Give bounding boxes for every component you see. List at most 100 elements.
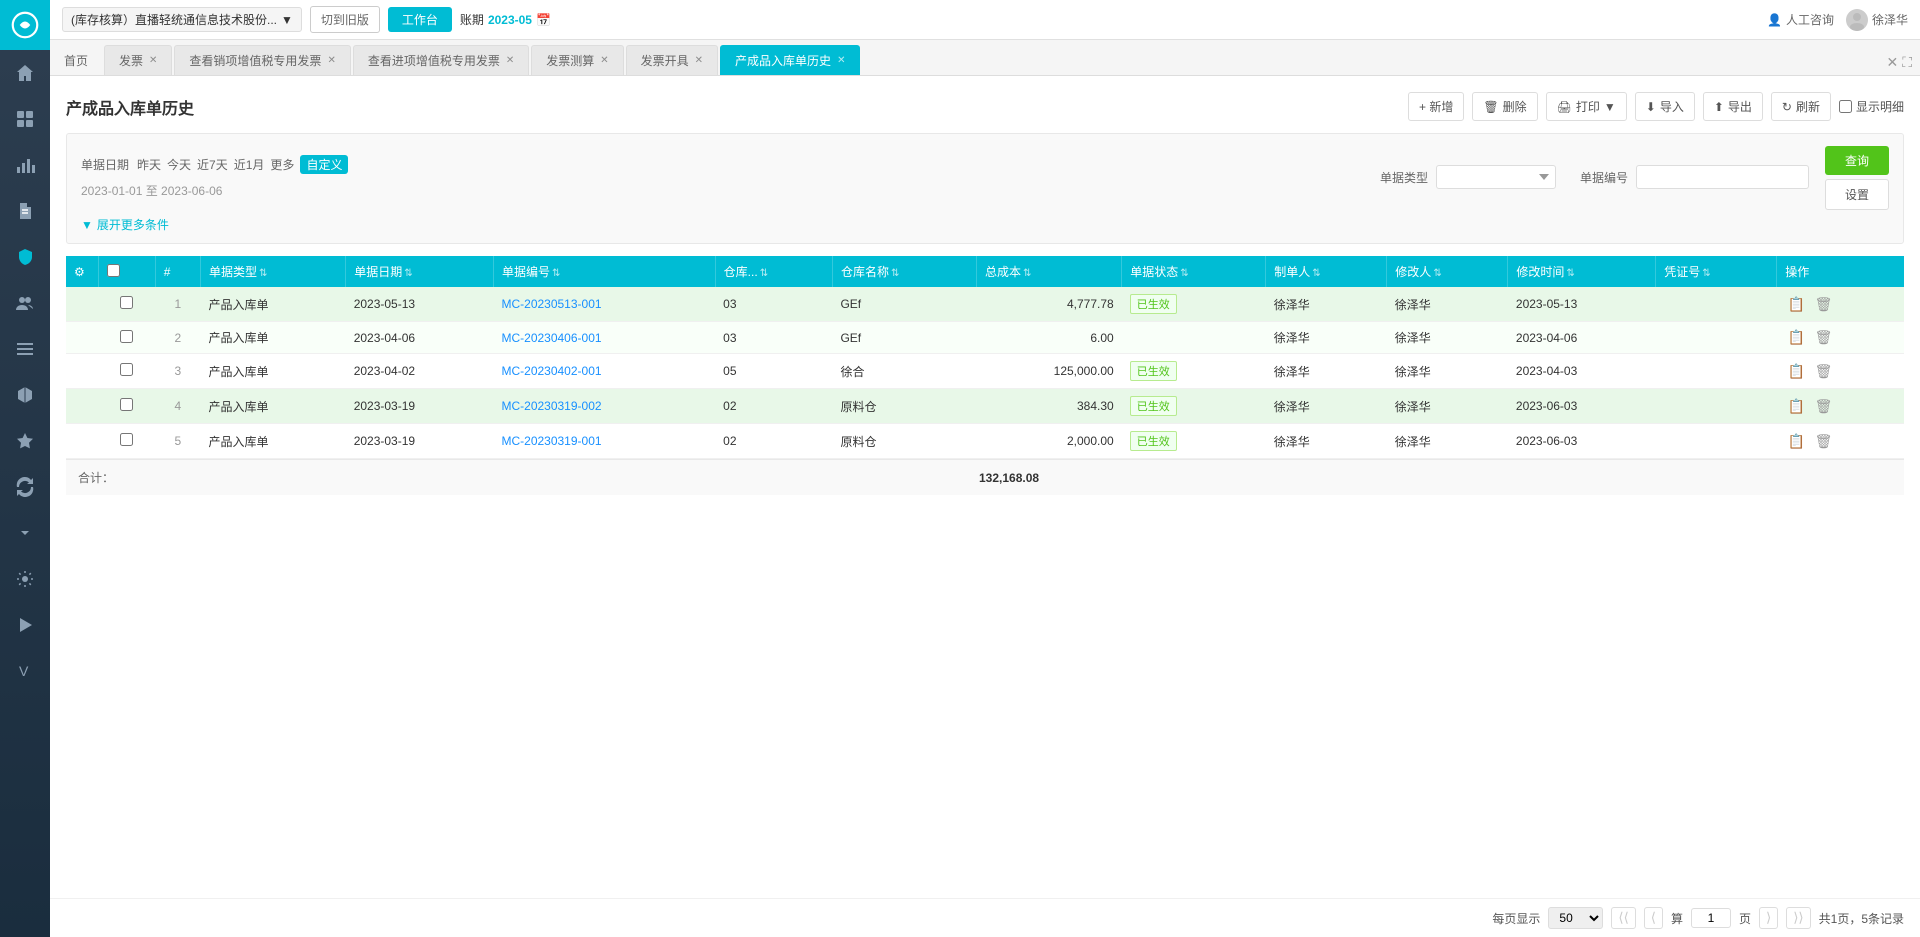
sidebar-item-shield[interactable] [0,234,50,280]
show-detail-checkbox[interactable] [1839,100,1852,113]
row-checkbox-cell[interactable] [98,287,155,322]
row-edit-button[interactable]: 📋 [1785,329,1808,346]
row-code[interactable]: MC-20230513-001 [493,287,715,322]
date-yesterday[interactable]: 昨天 [137,156,161,173]
row-edit-button[interactable]: 📋 [1785,433,1808,450]
import-button[interactable]: ⬇ 导入 [1635,92,1695,121]
help-link[interactable]: 👤 人工咨询 [1767,11,1834,28]
tab-purchase-vat-close[interactable]: ✕ [506,55,514,66]
maximize-window-button[interactable]: ⛶ [1902,54,1912,71]
company-selector[interactable]: (库存核算）直播轻统通信息技术股份... ▼ [62,7,302,32]
th-warehouse-code[interactable]: 仓库...⇅ [715,256,832,287]
row-code-link[interactable]: MC-20230513-001 [501,297,601,311]
expand-filter-button[interactable]: ▼ 展开更多条件 [81,216,1889,233]
sidebar-item-chart[interactable] [0,142,50,188]
row-code-link[interactable]: MC-20230402-001 [501,364,601,378]
close-window-button[interactable]: ✕ [1886,54,1898,71]
date-more[interactable]: 更多 [270,156,294,173]
row-delete-button[interactable]: 🗑 [1812,296,1836,313]
th-creator[interactable]: 制单人⇅ [1266,256,1387,287]
row-checkbox-cell[interactable] [98,322,155,354]
tab-invoice-open-close[interactable]: ✕ [695,55,703,66]
filter-setting-button[interactable]: 设置 [1825,179,1889,210]
tab-invoice-calc[interactable]: 发票测算 ✕ [531,45,623,75]
export-button[interactable]: ⬆ 导出 [1703,92,1763,121]
row-checkbox-cell[interactable] [98,389,155,424]
date-today[interactable]: 今天 [167,156,191,173]
sidebar-item-download[interactable] [0,510,50,556]
search-button[interactable]: 查询 [1825,146,1889,175]
select-all-checkbox[interactable] [107,264,120,277]
tab-product-history[interactable]: 产成品入库单历史 ✕ [720,45,860,75]
tab-sales-vat[interactable]: 查看销项增值税专用发票 ✕ [174,45,350,75]
print-button[interactable]: 🖨 打印 ▼ [1546,92,1627,121]
switch-version-button[interactable]: 切到旧版 [310,6,380,33]
row-code[interactable]: MC-20230406-001 [493,322,715,354]
workbench-button[interactable]: 工作台 [388,7,452,32]
num-filter-input[interactable] [1636,165,1809,189]
sidebar-item-play[interactable] [0,602,50,648]
row-code[interactable]: MC-20230319-001 [493,424,715,459]
sidebar-item-star[interactable] [0,418,50,464]
th-modify-time[interactable]: 修改时间⇅ [1508,256,1656,287]
date-7days[interactable]: 近7天 [197,156,228,173]
th-checkbox[interactable] [98,256,155,287]
tab-sales-vat-close[interactable]: ✕ [327,55,335,66]
row-code[interactable]: MC-20230319-002 [493,389,715,424]
row-delete-button[interactable]: 🗑 [1812,433,1836,450]
tab-purchase-vat[interactable]: 查看进项增值税专用发票 ✕ [353,45,529,75]
tab-product-history-close[interactable]: ✕ [837,55,845,66]
row-delete-button[interactable]: 🗑 [1812,398,1836,415]
row-checkbox[interactable] [120,363,133,376]
tab-invoice[interactable]: 发票 ✕ [104,45,172,75]
th-total-cost[interactable]: 总成本⇅ [976,256,1121,287]
last-page-button[interactable]: ⟩⟩ [1786,907,1810,929]
row-checkbox[interactable] [120,433,133,446]
date-custom[interactable]: 自定义 [300,155,348,174]
sidebar-item-people[interactable] [0,280,50,326]
row-checkbox-cell[interactable] [98,354,155,389]
th-modifier[interactable]: 修改人⇅ [1387,256,1508,287]
row-code[interactable]: MC-20230402-001 [493,354,715,389]
show-detail-checkbox-label[interactable]: 显示明细 [1839,98,1904,115]
row-delete-button[interactable]: 🗑 [1812,329,1836,346]
th-code[interactable]: 单据编号⇅ [493,256,715,287]
delete-button[interactable]: 🗑 删除 [1472,92,1537,121]
first-page-button[interactable]: ⟨⟨ [1611,907,1635,929]
type-filter-select[interactable] [1436,165,1556,189]
page-input[interactable] [1691,908,1731,928]
user-info[interactable]: 徐泽华 [1846,9,1908,31]
row-edit-button[interactable]: 📋 [1785,398,1808,415]
th-settings[interactable]: ⚙ [66,256,98,287]
row-delete-button[interactable]: 🗑 [1812,363,1836,380]
next-page-button[interactable]: ⟩ [1759,907,1778,929]
new-button[interactable]: + 新增 [1408,92,1464,121]
sidebar-item-box[interactable] [0,372,50,418]
th-status[interactable]: 单据状态⇅ [1122,256,1266,287]
sidebar-item-home[interactable] [0,50,50,96]
row-code-link[interactable]: MC-20230319-002 [501,399,601,413]
row-edit-button[interactable]: 📋 [1785,363,1808,380]
row-checkbox[interactable] [120,296,133,309]
page-size-select[interactable]: 50 20 100 [1548,907,1603,929]
row-checkbox[interactable] [120,330,133,343]
calendar-icon[interactable]: 📅 [536,13,551,27]
prev-page-button[interactable]: ⟨ [1644,907,1663,929]
sidebar-item-gear[interactable] [0,556,50,602]
th-warehouse-name[interactable]: 仓库名称⇅ [832,256,976,287]
th-voucher[interactable]: 凭证号⇅ [1656,256,1777,287]
row-code-link[interactable]: MC-20230406-001 [501,331,601,345]
sidebar-item-v[interactable]: V [0,648,50,694]
row-checkbox[interactable] [120,398,133,411]
tab-invoice-open[interactable]: 发票开具 ✕ [626,45,718,75]
row-code-link[interactable]: MC-20230319-001 [501,434,601,448]
sidebar-item-doc[interactable] [0,188,50,234]
row-checkbox-cell[interactable] [98,424,155,459]
th-date[interactable]: 单据日期⇅ [346,256,494,287]
sidebar-item-list[interactable] [0,326,50,372]
sidebar-item-refresh[interactable] [0,464,50,510]
th-type[interactable]: 单据类型⇅ [201,256,346,287]
sidebar-item-grid[interactable] [0,96,50,142]
row-edit-button[interactable]: 📋 [1785,296,1808,313]
tab-home[interactable]: 首页 [50,45,102,75]
